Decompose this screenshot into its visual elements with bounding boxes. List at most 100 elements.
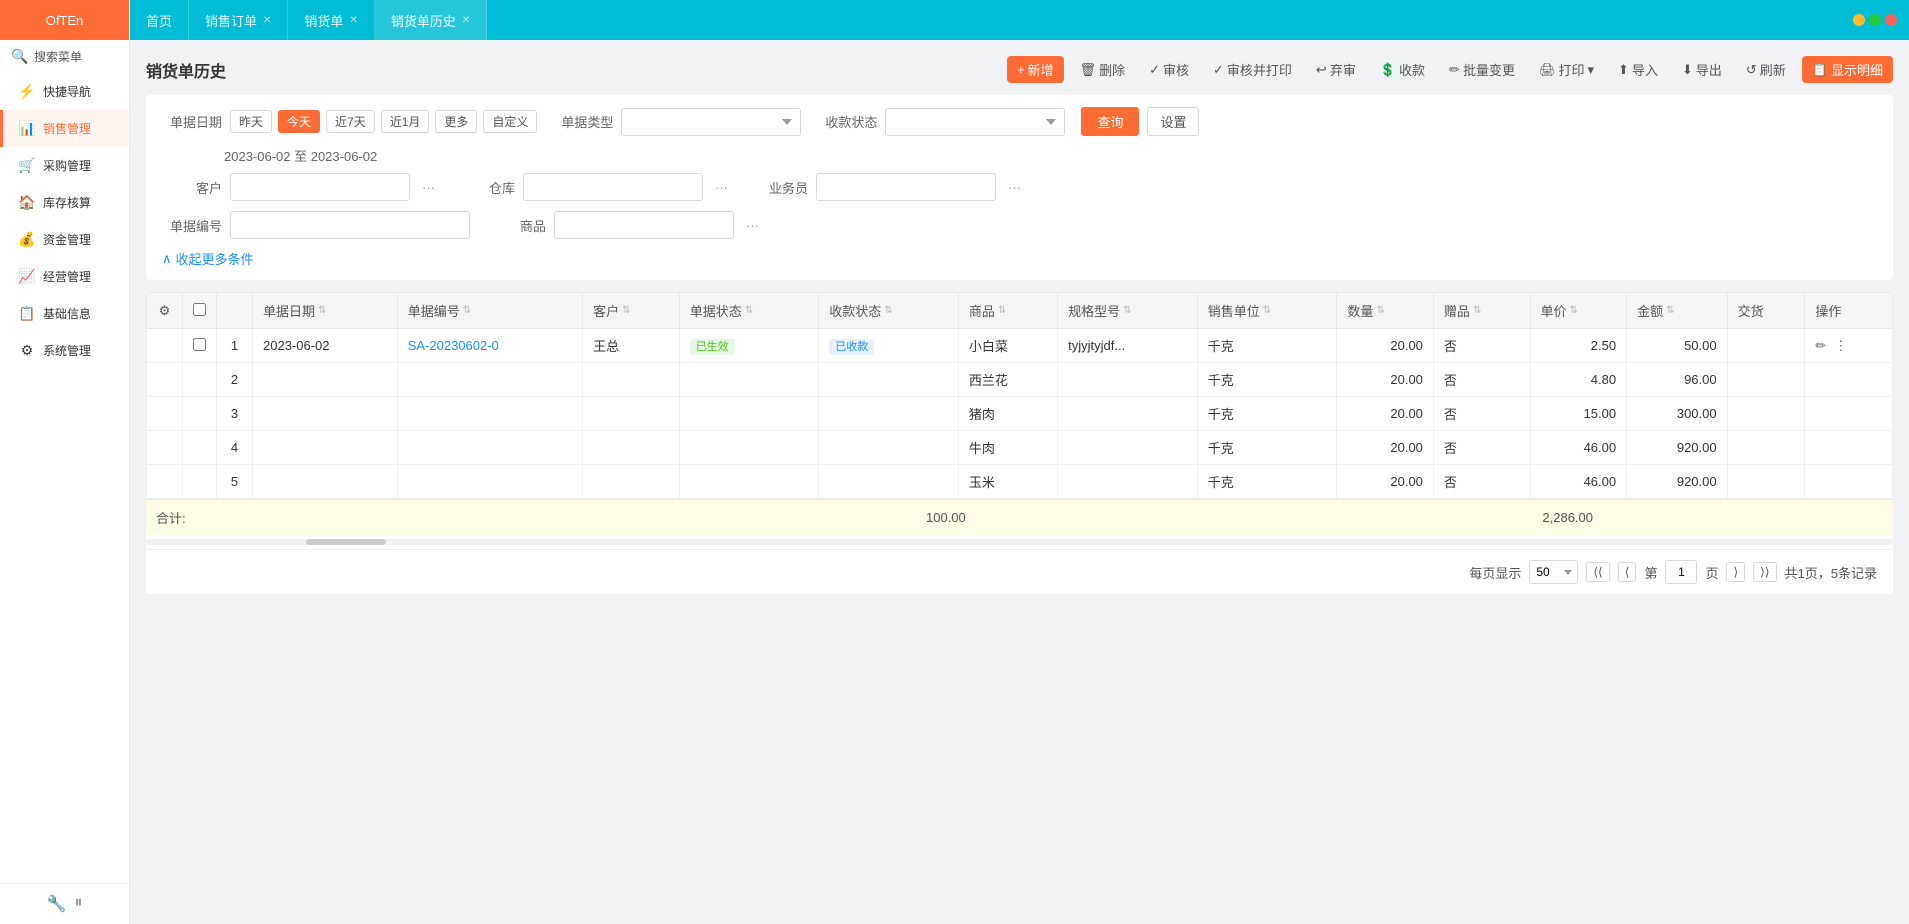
- horizontal-scrollbar[interactable]: [146, 539, 1893, 545]
- op-edit-1[interactable]: ✏: [1815, 338, 1826, 354]
- first-page-button[interactable]: ⟨⟨: [1586, 562, 1609, 582]
- th-amount[interactable]: 金额 ⇅: [1627, 293, 1728, 329]
- date-btn-more[interactable]: 更多: [435, 110, 477, 133]
- export-icon: ⬇: [1682, 62, 1693, 78]
- th-pay-status[interactable]: 收款状态 ⇅: [819, 293, 959, 329]
- tab-home[interactable]: 首页: [130, 0, 189, 40]
- customer-ellipsis[interactable]: ···: [418, 180, 439, 195]
- export-button[interactable]: ⬇ 导出: [1674, 56, 1730, 83]
- pay-status-tag-1: 已收款: [829, 339, 874, 355]
- sidebar-item-base-info[interactable]: 📋 基础信息: [0, 295, 129, 332]
- delete-button[interactable]: 🗑 删除: [1072, 56, 1134, 83]
- op-more-1[interactable]: ⋮: [1834, 338, 1847, 354]
- th-unit-price[interactable]: 单价 ⇅: [1530, 293, 1627, 329]
- cell-number-3: [397, 397, 582, 431]
- sidebar-item-quick-nav[interactable]: ⚡ 快捷导航: [0, 73, 129, 110]
- th-customer[interactable]: 客户 ⇅: [583, 293, 680, 329]
- setting-button[interactable]: 设置: [1147, 107, 1199, 136]
- sort-qty-icon: ⇅: [1376, 305, 1384, 316]
- batch-change-button[interactable]: ✏ 批量变更: [1441, 56, 1523, 83]
- scrollbar-thumb[interactable]: [306, 539, 386, 545]
- table-row: 1 2023-06-02 SA-20230602-0 王总 已生效 已收款 小白…: [147, 329, 1893, 363]
- sidebar-item-search-menu[interactable]: 🔍 搜索菜单: [0, 40, 129, 73]
- doc-number-link-1[interactable]: SA-20230602-0: [408, 338, 499, 353]
- th-doc-status[interactable]: 单据状态 ⇅: [679, 293, 819, 329]
- cell-amount-1: 50.00: [1627, 329, 1728, 363]
- warehouse-input[interactable]: [523, 173, 703, 201]
- goods-input[interactable]: [554, 211, 734, 239]
- audit-print-button[interactable]: ✓ 审核并打印: [1205, 56, 1300, 83]
- cell-gift-5: 否: [1433, 465, 1530, 499]
- date-btn-custom[interactable]: 自定义: [483, 110, 537, 133]
- per-page-select[interactable]: 50 10 20 100: [1529, 560, 1578, 584]
- win-max-button[interactable]: [1869, 14, 1881, 26]
- next-page-button[interactable]: ⟩: [1726, 562, 1745, 582]
- show-detail-button[interactable]: 📋 显示明细: [1802, 56, 1893, 83]
- cell-amount-2: 96.00: [1627, 363, 1728, 397]
- filter-collapse[interactable]: ∧ 收起更多条件: [162, 249, 1877, 268]
- goods-ellipsis[interactable]: ···: [742, 218, 763, 233]
- th-gift[interactable]: 赠品 ⇅: [1433, 293, 1530, 329]
- salesperson-input[interactable]: [816, 173, 996, 201]
- tab-sales-order-close[interactable]: ✕: [263, 15, 271, 26]
- receive-button[interactable]: 💲 收款: [1372, 56, 1433, 83]
- tab-history-close[interactable]: ✕: [462, 15, 470, 26]
- table-settings-icon[interactable]: ⚙: [159, 303, 171, 318]
- select-all-checkbox[interactable]: [193, 303, 206, 316]
- sidebar-item-ops-mgmt[interactable]: 📈 经营管理: [0, 258, 129, 295]
- last-page-button[interactable]: ⟩⟩: [1753, 562, 1776, 582]
- sidebar-settings-icon[interactable]: 🔧: [47, 894, 67, 914]
- th-doc-number[interactable]: 单据编号 ⇅: [397, 293, 582, 329]
- filter-warehouse: 仓库 ···: [455, 173, 732, 201]
- cell-customer-2: [583, 363, 680, 397]
- doc-type-select[interactable]: [621, 108, 801, 136]
- sidebar-pause-icon[interactable]: ⏸: [74, 894, 82, 914]
- th-sales-unit[interactable]: 销售单位 ⇅: [1197, 293, 1337, 329]
- print-button[interactable]: 🖨 打印 ▾: [1531, 56, 1602, 83]
- pay-status-select[interactable]: [885, 108, 1065, 136]
- refresh-button[interactable]: ↺ 刷新: [1738, 56, 1794, 83]
- new-button[interactable]: + 新增: [1007, 56, 1064, 83]
- tab-sales-delivery-history[interactable]: 销货单历史 ✕: [375, 0, 487, 40]
- sidebar-item-sys-mgmt[interactable]: ⚙ 系统管理: [0, 332, 129, 369]
- main-content: 首页 销售订单 ✕ 销货单 ✕ 销货单历史 ✕ 销货单历史 +: [130, 0, 1909, 924]
- warehouse-ellipsis[interactable]: ···: [711, 180, 732, 195]
- sidebar-item-finance-mgmt[interactable]: 💰 资金管理: [0, 221, 129, 258]
- sidebar-item-inventory[interactable]: 🏠 库存核算: [0, 184, 129, 221]
- cell-unit-5: 千克: [1197, 465, 1337, 499]
- sidebar-item-purchase-mgmt[interactable]: 🛒 采购管理: [0, 147, 129, 184]
- customer-label: 客户: [162, 178, 222, 197]
- win-min-button[interactable]: [1853, 14, 1865, 26]
- prev-page-button[interactable]: ⟨: [1618, 562, 1637, 582]
- sidebar-item-sales-mgmt[interactable]: 📊 销售管理: [0, 110, 129, 147]
- cell-spec-4: [1058, 431, 1198, 465]
- cell-checkbox-1[interactable]: [183, 329, 217, 363]
- customer-input[interactable]: [230, 173, 410, 201]
- th-spec[interactable]: 规格型号 ⇅: [1058, 293, 1198, 329]
- cell-goods-1: 小白菜: [958, 329, 1057, 363]
- tab-sales-delivery[interactable]: 销货单 ✕: [288, 0, 374, 40]
- tab-sales-order[interactable]: 销售订单 ✕: [189, 0, 288, 40]
- win-close-button[interactable]: [1885, 14, 1897, 26]
- row-checkbox-1[interactable]: [193, 338, 206, 351]
- date-btn-last7[interactable]: 近7天: [326, 110, 375, 133]
- th-doc-date[interactable]: 单据日期 ⇅: [253, 293, 398, 329]
- detail-icon: 📋: [1812, 62, 1828, 78]
- th-quantity[interactable]: 数量 ⇅: [1337, 293, 1434, 329]
- audit-button[interactable]: ✓ 审核: [1141, 56, 1197, 83]
- cell-rownum-1: 1: [217, 329, 253, 363]
- current-page-input[interactable]: [1665, 560, 1697, 584]
- date-btn-today[interactable]: 今天: [278, 110, 320, 133]
- th-transaction: 交货: [1727, 293, 1805, 329]
- import-button[interactable]: ⬆ 导入: [1610, 56, 1666, 83]
- th-goods[interactable]: 商品 ⇅: [958, 293, 1057, 329]
- abandon-button[interactable]: ↩ 弃审: [1308, 56, 1364, 83]
- tab-sales-delivery-close[interactable]: ✕: [349, 15, 357, 26]
- cell-number-1[interactable]: SA-20230602-0: [397, 329, 582, 363]
- th-settings[interactable]: ⚙: [147, 293, 183, 329]
- date-btn-last1m[interactable]: 近1月: [381, 110, 430, 133]
- salesperson-ellipsis[interactable]: ···: [1004, 180, 1025, 195]
- doc-number-input[interactable]: [230, 211, 470, 239]
- date-btn-yesterday[interactable]: 昨天: [230, 110, 272, 133]
- query-button[interactable]: 查询: [1081, 107, 1139, 136]
